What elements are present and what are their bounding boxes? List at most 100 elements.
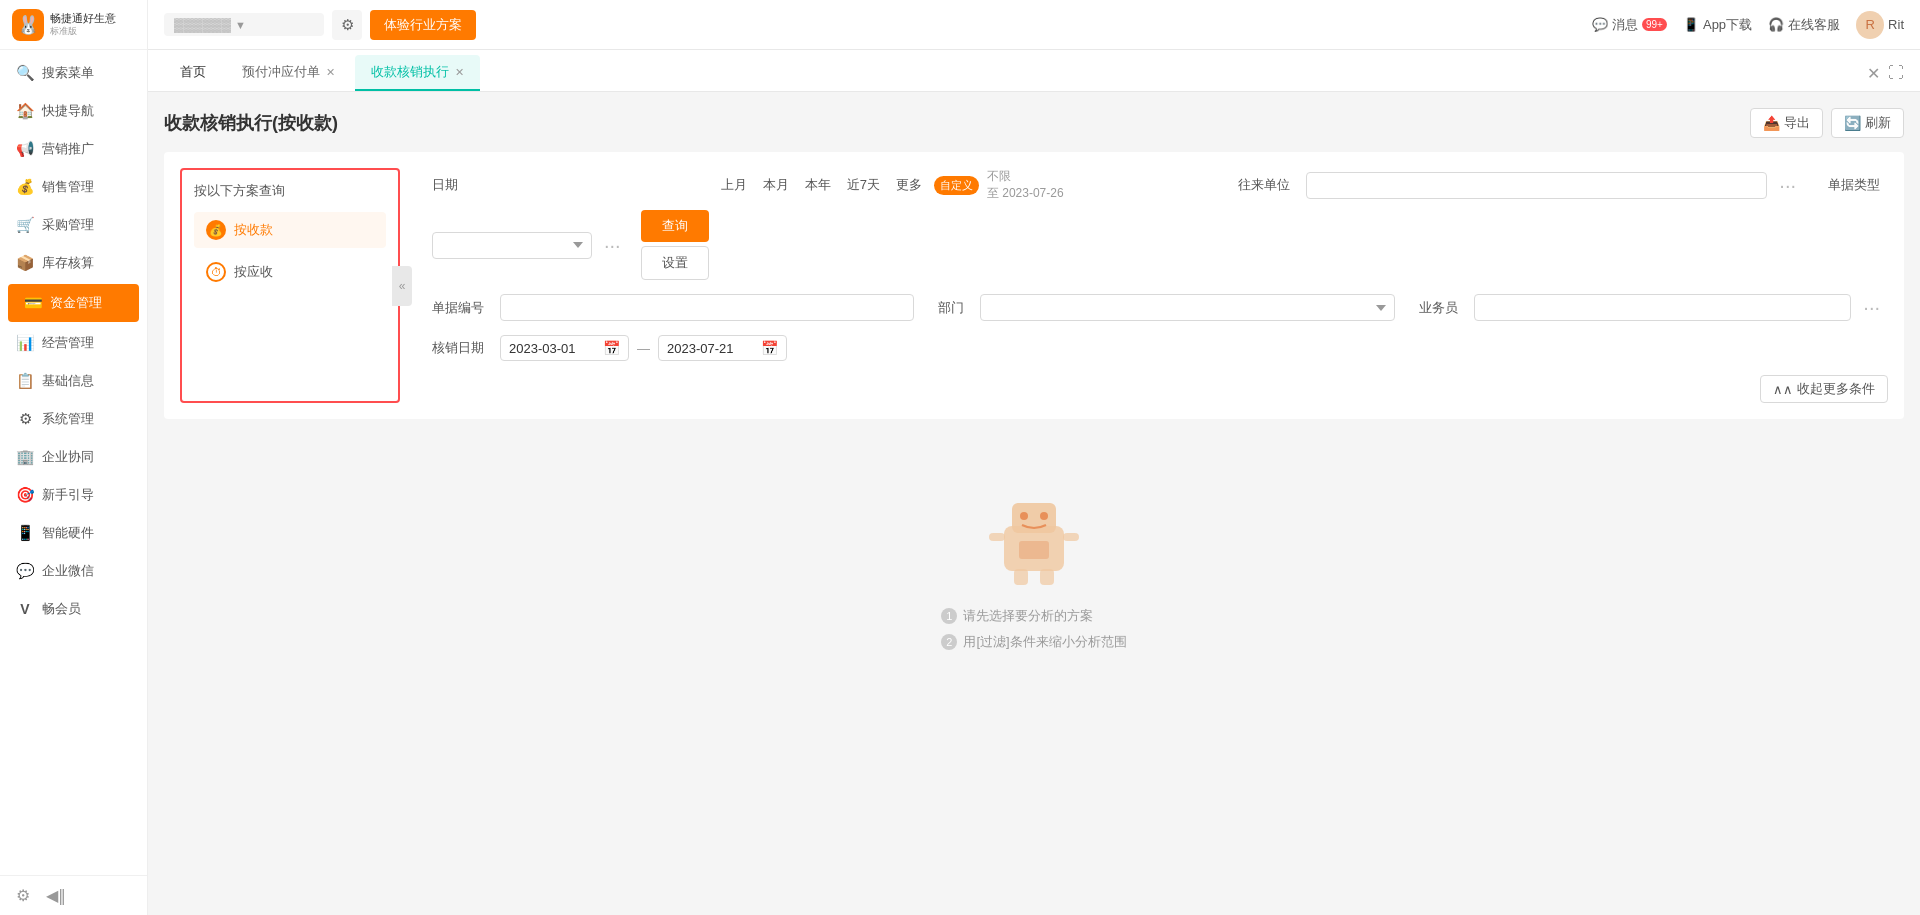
message-button[interactable]: 💬 消息 99+ [1592,16,1667,34]
sidebar-item-system[interactable]: ⚙ 系统管理 [0,400,147,438]
sales-icon: 💰 [16,178,34,196]
tab-prepay-close[interactable]: ✕ [326,66,335,79]
writeoff-date-end-wrap[interactable]: 📅 [658,335,787,361]
tab-receipt-writeoff-close[interactable]: ✕ [455,66,464,79]
department-select[interactable] [980,294,1394,321]
writeoff-date-end-input[interactable] [667,341,757,356]
sidebar-settings-icon[interactable]: ⚙ [16,886,30,905]
sidebar-item-hardware[interactable]: 📱 智能硬件 [0,514,147,552]
tab-receipt-writeoff[interactable]: 收款核销执行 ✕ [355,55,480,91]
counterparty-label: 往来单位 [1222,176,1298,194]
inventory-icon: 📦 [16,254,34,272]
voucher-no-label: 单据编号 [432,299,492,317]
counterparty-input[interactable] [1306,172,1767,199]
writeoff-date-start-wrap[interactable]: 📅 [500,335,629,361]
user-profile[interactable]: R Rit [1856,11,1904,39]
voucher-type-wrap: ··· 查询 设置 [432,210,709,280]
writeoff-date-start-input[interactable] [509,341,599,356]
empty-hint-1: 1 请先选择要分析的方案 [941,607,1126,625]
filter-row-2: 单据编号 部门 业务员 ··· [432,294,1888,321]
writeoff-date-end-calendar-icon[interactable]: 📅 [761,340,778,356]
date-shortcut-more[interactable]: 更多 [892,174,926,196]
date-custom-badge[interactable]: 自定义 [934,176,979,195]
tab-home[interactable]: 首页 [164,55,222,91]
sidebar-label-member: 畅会员 [42,600,81,618]
sidebar-item-purchase[interactable]: 🛒 采购管理 [0,206,147,244]
page-title-bar: 收款核销执行(按收款) 📤 导出 🔄 刷新 [164,108,1904,138]
voucher-no-input[interactable] [500,294,914,321]
sidebar-item-guide[interactable]: 🎯 新手引导 [0,476,147,514]
svg-rect-6 [1014,569,1028,585]
more-conditions-chevron-icon: ∧∧ [1773,382,1793,397]
export-button[interactable]: 📤 导出 [1750,108,1823,138]
tab-bar: 首页 预付冲应付单 ✕ 收款核销执行 ✕ ✕ ⛶ [148,50,1920,92]
by-receivable-icon: ⏱ [206,262,226,282]
quick-nav-icon: 🏠 [16,102,34,120]
page-title: 收款核销执行(按收款) [164,111,338,135]
voucher-type-dots[interactable]: ··· [596,234,629,257]
scheme-collapse-button[interactable]: « [392,266,412,306]
tab-prepay[interactable]: 预付冲应付单 ✕ [226,55,351,91]
filter-option-by-receivable[interactable]: ⏱ 按应收 [194,254,386,290]
date-shortcut-7days[interactable]: 近7天 [843,174,884,196]
svg-point-3 [1040,512,1048,520]
more-conditions-button[interactable]: ∧∧ 收起更多条件 [1760,375,1888,403]
counterparty-dots[interactable]: ··· [1771,174,1804,197]
tab-receipt-writeoff-label: 收款核销执行 [371,63,449,81]
sidebar-label-operations: 经营管理 [42,334,94,352]
sidebar-item-quick-nav[interactable]: 🏠 快捷导航 [0,92,147,130]
staff-dots[interactable]: ··· [1855,296,1888,319]
app-download-icon: 📱 [1683,17,1699,32]
sidebar-item-wechat[interactable]: 💬 企业微信 [0,552,147,590]
date-shortcut-this-month[interactable]: 本月 [759,174,793,196]
sidebar-item-basic-info[interactable]: 📋 基础信息 [0,362,147,400]
date-label: 日期 [432,176,709,194]
header-search-area[interactable]: ▓▓▓▓▓▓ ▼ [164,13,324,36]
sidebar-item-finance[interactable]: 💳 资金管理 [8,284,139,322]
date-shortcut-last-month[interactable]: 上月 [717,174,751,196]
sidebar-nav: 🔍 搜索菜单 🏠 快捷导航 📢 营销推广 💰 销售管理 🛒 采购管理 📦 库存核… [0,50,147,875]
app-download-button[interactable]: 📱 App下载 [1683,16,1752,34]
sidebar-item-sales[interactable]: 💰 销售管理 [0,168,147,206]
customer-service-label: 在线客服 [1788,16,1840,34]
writeoff-date-separator: — [637,341,650,356]
tab-bar-actions: ✕ ⛶ [1867,64,1904,83]
header-right: 💬 消息 99+ 📱 App下载 🎧 在线客服 R Rit [1592,11,1904,39]
message-label: 消息 [1612,16,1638,34]
logo-badge: 标准版 [50,25,116,38]
tab-expand-icon[interactable]: ⛶ [1888,64,1904,83]
sidebar-collapse-icon[interactable]: ◀‖ [46,886,66,905]
sidebar-item-inventory[interactable]: 📦 库存核算 [0,244,147,282]
industry-solution-button[interactable]: 体验行业方案 [370,10,476,40]
sidebar-item-search-menu[interactable]: 🔍 搜索菜单 [0,54,147,92]
staff-label: 业务员 [1403,299,1466,317]
settings-button[interactable]: 设置 [641,246,709,280]
date-nolimit-text: 不限 [987,168,1064,185]
sidebar-item-marketing[interactable]: 📢 营销推广 [0,130,147,168]
sidebar-item-member[interactable]: V 畅会员 [0,590,147,628]
message-badge: 99+ [1642,18,1667,31]
export-label: 导出 [1784,114,1810,132]
date-shortcut-this-year[interactable]: 本年 [801,174,835,196]
filter-option-by-receipt[interactable]: 💰 按收款 [194,212,386,248]
sidebar-item-enterprise[interactable]: 🏢 企业协同 [0,438,147,476]
header-gear-button[interactable]: ⚙ [332,10,362,40]
sidebar-label-purchase: 采购管理 [42,216,94,234]
by-receivable-label: 按应收 [234,263,273,281]
svg-point-2 [1020,512,1028,520]
writeoff-date-start-calendar-icon[interactable]: 📅 [603,340,620,356]
header-left: ▓▓▓▓▓▓ ▼ ⚙ 体验行业方案 [164,10,476,40]
refresh-button[interactable]: 🔄 刷新 [1831,108,1904,138]
counterparty-input-wrap: ··· [1306,172,1804,199]
logo-name: 畅捷通好生意 [50,11,116,25]
staff-wrap: ··· [1474,294,1888,321]
sidebar-label-basic-info: 基础信息 [42,372,94,390]
tab-close-all-icon[interactable]: ✕ [1867,64,1880,83]
voucher-type-select[interactable] [432,232,592,259]
customer-service-button[interactable]: 🎧 在线客服 [1768,16,1840,34]
refresh-icon: 🔄 [1844,115,1861,131]
query-button[interactable]: 查询 [641,210,709,242]
hint-num-2: 2 [941,634,957,650]
sidebar-item-operations[interactable]: 📊 经营管理 [0,324,147,362]
staff-input[interactable] [1474,294,1852,321]
